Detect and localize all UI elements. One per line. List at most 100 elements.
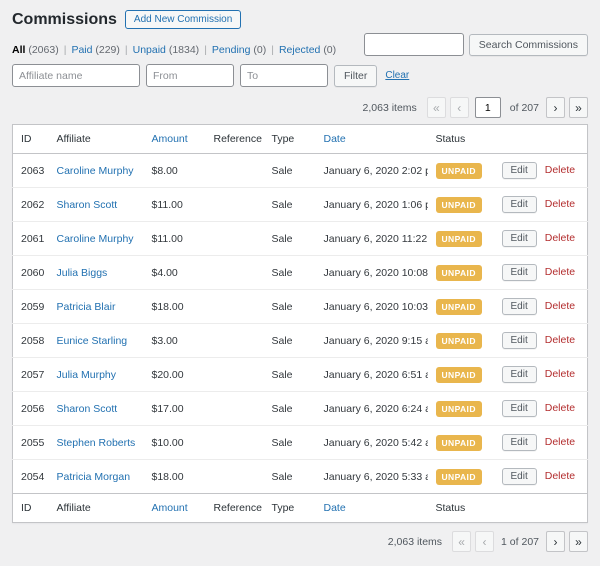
status-badge: UNPAID	[436, 469, 482, 485]
delete-link[interactable]: Delete	[545, 368, 575, 380]
column-header-id: ID	[13, 125, 49, 154]
next-page-button-bottom[interactable]: ›	[546, 531, 565, 552]
commission-id: 2062	[13, 188, 49, 222]
commission-id: 2060	[13, 256, 49, 290]
commission-amount: $11.00	[144, 222, 206, 256]
search-input[interactable]	[364, 33, 464, 56]
date-from-input[interactable]	[146, 64, 234, 87]
status-badge: UNPAID	[436, 197, 482, 213]
search-box: Search Commissions	[364, 33, 588, 56]
next-page-button[interactable]: ›	[546, 97, 565, 118]
total-pages-label: of 207	[510, 102, 539, 114]
affiliate-link[interactable]: Patricia Blair	[57, 301, 116, 313]
commission-id: 2055	[13, 426, 49, 460]
delete-link[interactable]: Delete	[545, 232, 575, 244]
commissions-table-body: 2063Caroline Murphy$8.00SaleJanuary 6, 2…	[13, 154, 588, 494]
footer-column-status: Status	[428, 494, 494, 523]
status-badge: UNPAID	[436, 367, 482, 383]
footer-column-actions	[494, 494, 588, 523]
commission-date: January 6, 2020 6:51 am	[316, 358, 428, 392]
status-badge: UNPAID	[436, 401, 482, 417]
edit-button[interactable]: Edit	[502, 298, 537, 315]
edit-button[interactable]: Edit	[502, 162, 537, 179]
view-filter-paid[interactable]: Paid (229)	[71, 44, 119, 56]
affiliate-link[interactable]: Eunice Starling	[57, 335, 128, 347]
status-badge: UNPAID	[436, 435, 482, 451]
table-row: 2054Patricia Morgan$18.00SaleJanuary 6, …	[13, 460, 588, 494]
delete-link[interactable]: Delete	[545, 300, 575, 312]
commission-reference	[206, 460, 264, 494]
delete-link[interactable]: Delete	[545, 436, 575, 448]
affiliate-link[interactable]: Caroline Murphy	[57, 233, 134, 245]
view-count: (2063)	[28, 44, 58, 56]
edit-button[interactable]: Edit	[502, 196, 537, 213]
affiliate-link[interactable]: Julia Biggs	[57, 267, 108, 279]
commission-date: January 6, 2020 5:33 am	[316, 460, 428, 494]
affiliate-link[interactable]: Sharon Scott	[57, 199, 118, 211]
last-page-button[interactable]: »	[569, 97, 588, 118]
commission-date: January 6, 2020 9:15 am	[316, 324, 428, 358]
affiliate-link[interactable]: Patricia Morgan	[57, 471, 131, 483]
commission-amount: $10.00	[144, 426, 206, 460]
edit-button[interactable]: Edit	[502, 366, 537, 383]
table-row: 2057Julia Murphy$20.00SaleJanuary 6, 202…	[13, 358, 588, 392]
page-header: Commissions Add New Commission	[12, 10, 588, 29]
commission-amount: $18.00	[144, 460, 206, 494]
commission-amount: $3.00	[144, 324, 206, 358]
date-to-input[interactable]	[240, 64, 328, 87]
delete-link[interactable]: Delete	[545, 266, 575, 278]
commission-amount: $18.00	[144, 290, 206, 324]
clear-filter-link[interactable]: Clear	[385, 70, 409, 81]
footer-column-id: ID	[13, 494, 49, 523]
prev-page-button[interactable]: ‹	[450, 97, 469, 118]
commission-id: 2054	[13, 460, 49, 494]
affiliate-name-input[interactable]	[12, 64, 140, 87]
current-page-input[interactable]	[475, 97, 501, 118]
search-commissions-button[interactable]: Search Commissions	[469, 34, 588, 56]
affiliate-link[interactable]: Julia Murphy	[57, 369, 117, 381]
commission-id: 2058	[13, 324, 49, 358]
view-filter-all[interactable]: All (2063)	[12, 44, 59, 56]
view-filter-rejected[interactable]: Rejected (0)	[279, 44, 336, 56]
first-page-button-bottom[interactable]: «	[452, 531, 471, 552]
footer-column-reference: Reference	[206, 494, 264, 523]
commission-reference	[206, 188, 264, 222]
affiliate-link[interactable]: Sharon Scott	[57, 403, 118, 415]
add-new-commission-button[interactable]: Add New Commission	[125, 10, 241, 29]
commission-date: January 6, 2020 10:03 am	[316, 290, 428, 324]
commission-type: Sale	[264, 188, 316, 222]
first-page-button[interactable]: «	[427, 97, 446, 118]
commission-reference	[206, 154, 264, 188]
edit-button[interactable]: Edit	[502, 264, 537, 281]
commission-date: January 6, 2020 10:08 am	[316, 256, 428, 290]
commission-id: 2059	[13, 290, 49, 324]
column-header-reference: Reference	[206, 125, 264, 154]
edit-button[interactable]: Edit	[502, 230, 537, 247]
edit-button[interactable]: Edit	[502, 332, 537, 349]
view-filter-pending[interactable]: Pending (0)	[212, 44, 266, 56]
delete-link[interactable]: Delete	[545, 334, 575, 346]
view-count: (0)	[323, 44, 336, 56]
column-header-date[interactable]: Date	[324, 133, 346, 145]
prev-page-button-bottom[interactable]: ‹	[475, 531, 494, 552]
last-page-button-bottom[interactable]: »	[569, 531, 588, 552]
delete-link[interactable]: Delete	[545, 198, 575, 210]
table-row: 2059Patricia Blair$18.00SaleJanuary 6, 2…	[13, 290, 588, 324]
delete-link[interactable]: Delete	[545, 164, 575, 176]
filter-bar: Filter Clear	[12, 64, 588, 87]
view-filter-unpaid[interactable]: Unpaid (1834)	[133, 44, 200, 56]
commission-reference	[206, 392, 264, 426]
affiliate-link[interactable]: Caroline Murphy	[57, 165, 134, 177]
delete-link[interactable]: Delete	[545, 470, 575, 482]
affiliate-link[interactable]: Stephen Roberts	[57, 437, 136, 449]
filter-button[interactable]: Filter	[334, 65, 377, 87]
delete-link[interactable]: Delete	[545, 402, 575, 414]
status-badge: UNPAID	[436, 265, 482, 281]
commission-type: Sale	[264, 324, 316, 358]
view-separator: |	[271, 44, 274, 56]
edit-button[interactable]: Edit	[502, 468, 537, 485]
commission-amount: $4.00	[144, 256, 206, 290]
edit-button[interactable]: Edit	[502, 434, 537, 451]
column-header-amount[interactable]: Amount	[152, 133, 188, 145]
edit-button[interactable]: Edit	[502, 400, 537, 417]
